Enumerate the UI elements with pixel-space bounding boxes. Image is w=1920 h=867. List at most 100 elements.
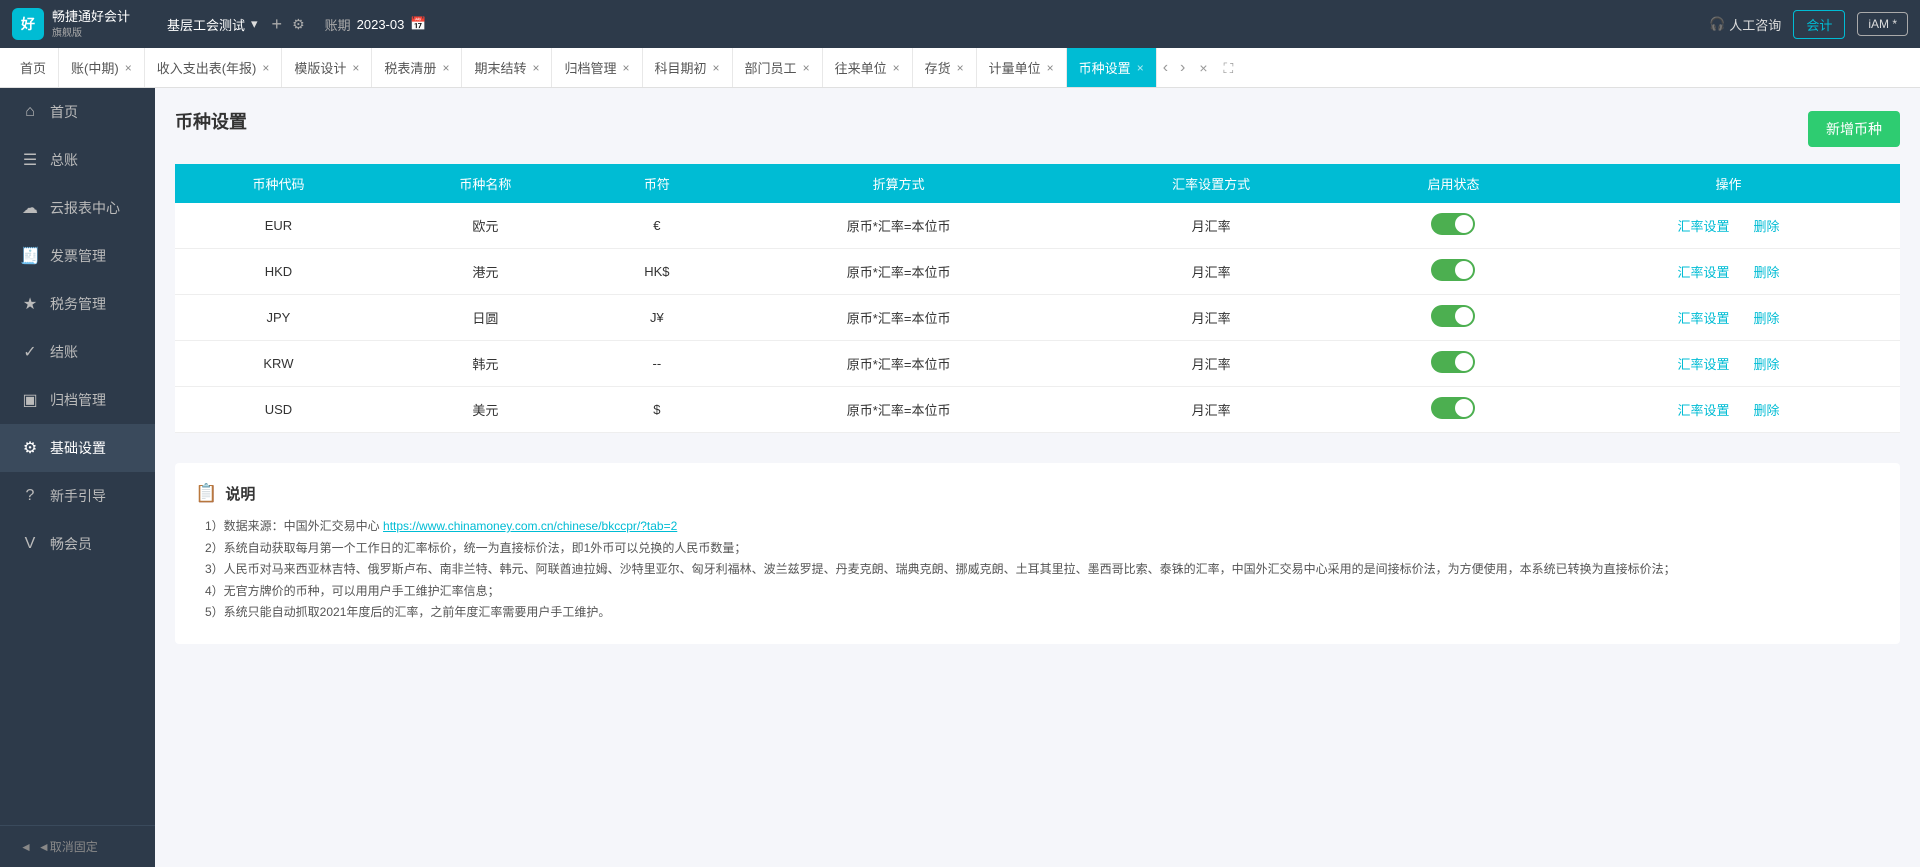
- cell-toggle[interactable]: [1350, 295, 1557, 341]
- new-currency-button[interactable]: 新增币种: [1808, 111, 1900, 147]
- rate-setting-button[interactable]: 汇率设置: [1677, 216, 1729, 235]
- sidebar-label-ledger: 总账: [50, 150, 78, 170]
- tab-tax-list[interactable]: 税表清册 ×: [372, 48, 462, 88]
- close-icon[interactable]: ×: [957, 61, 964, 75]
- settings-icon[interactable]: ⚙: [292, 16, 305, 33]
- sidebar-label-settle: 结账: [50, 342, 78, 362]
- cell-code: EUR: [175, 203, 382, 249]
- sidebar-label-archive: 归档管理: [50, 390, 106, 410]
- cell-toggle[interactable]: [1350, 387, 1557, 433]
- delete-button[interactable]: 删除: [1753, 262, 1779, 281]
- table-row: USD 美元 $ 原币*汇率=本位币 月汇率 汇率设置 删除: [175, 387, 1900, 433]
- tab-prev-button[interactable]: ‹: [1157, 48, 1174, 88]
- sidebar-label-invoice: 发票管理: [50, 246, 106, 266]
- enable-toggle[interactable]: [1431, 213, 1475, 235]
- logo-icon: 好: [12, 8, 44, 40]
- col-status: 启用状态: [1350, 164, 1557, 203]
- note-link[interactable]: https://www.chinamoney.com.cn/chinese/bk…: [383, 519, 677, 533]
- sidebar-item-invoice[interactable]: 🧾 发票管理: [0, 232, 155, 280]
- tab-contacts[interactable]: 往来单位 ×: [823, 48, 913, 88]
- close-icon[interactable]: ×: [262, 61, 269, 75]
- sidebar-item-ledger[interactable]: ☰ 总账: [0, 136, 155, 184]
- sidebar-item-guide[interactable]: ? 新手引导: [0, 472, 155, 520]
- logo-text: 畅捷通好会计: [52, 9, 130, 25]
- delete-button[interactable]: 删除: [1753, 216, 1779, 235]
- note-item: 2）系统自动获取每月第一个工作日的汇率标价，统一为直接标价法，即1外币可以兑换的…: [205, 538, 1880, 560]
- cloud-icon: ☁: [20, 198, 40, 218]
- toggle-track[interactable]: [1431, 397, 1475, 419]
- toggle-track[interactable]: [1431, 305, 1475, 327]
- enable-toggle[interactable]: [1431, 259, 1475, 281]
- close-icon[interactable]: ×: [623, 61, 630, 75]
- tab-currency-settings[interactable]: 币种设置 ×: [1067, 48, 1157, 88]
- add-icon[interactable]: +: [272, 14, 283, 35]
- rate-setting-button[interactable]: 汇率设置: [1677, 354, 1729, 373]
- note-title: 📋 说明: [195, 483, 1880, 504]
- sidebar-pin-toggle[interactable]: ◄ ◄取消固定: [0, 825, 155, 867]
- iam-button[interactable]: iAM *: [1857, 12, 1908, 36]
- tab-period-end[interactable]: 期末结转 ×: [462, 48, 552, 88]
- delete-button[interactable]: 删除: [1753, 308, 1779, 327]
- delete-button[interactable]: 删除: [1753, 400, 1779, 419]
- tab-inventory[interactable]: 存货 ×: [913, 48, 977, 88]
- sidebar-item-member[interactable]: V 畅会员: [0, 520, 155, 568]
- tab-home[interactable]: 首页: [8, 48, 59, 88]
- toggle-track[interactable]: [1431, 259, 1475, 281]
- enable-toggle[interactable]: [1431, 397, 1475, 419]
- sidebar-item-reports[interactable]: ☁ 云报表中心: [0, 184, 155, 232]
- cell-actions: 汇率设置 删除: [1557, 249, 1900, 295]
- rate-setting-button[interactable]: 汇率设置: [1677, 262, 1729, 281]
- tab-subject-init[interactable]: 科目期初 ×: [643, 48, 733, 88]
- account-button[interactable]: 会计: [1793, 10, 1845, 39]
- sidebar-item-tax[interactable]: ★ 税务管理: [0, 280, 155, 328]
- cell-rate-type: 月汇率: [1072, 249, 1350, 295]
- rate-setting-button[interactable]: 汇率设置: [1677, 308, 1729, 327]
- cell-name: 港元: [382, 249, 589, 295]
- table-row: EUR 欧元 € 原币*汇率=本位币 月汇率 汇率设置 删除: [175, 203, 1900, 249]
- close-icon[interactable]: ×: [352, 61, 359, 75]
- tab-mid-period[interactable]: 账(中期) ×: [59, 48, 145, 88]
- cell-toggle[interactable]: [1350, 203, 1557, 249]
- tab-expand-button[interactable]: ⛶: [1216, 48, 1242, 88]
- invoice-icon: 🧾: [20, 246, 40, 266]
- calendar-icon[interactable]: 📅: [410, 16, 426, 32]
- rate-setting-button[interactable]: 汇率设置: [1677, 400, 1729, 419]
- toggle-thumb: [1455, 399, 1473, 417]
- headset-icon: 🎧: [1709, 16, 1725, 32]
- sidebar-item-basic[interactable]: ⚙ 基础设置: [0, 424, 155, 472]
- cell-toggle[interactable]: [1350, 249, 1557, 295]
- top-right: 🎧 人工咨询 会计 iAM *: [1709, 10, 1908, 39]
- delete-button[interactable]: 删除: [1753, 354, 1779, 373]
- cell-actions: 汇率设置 删除: [1557, 341, 1900, 387]
- close-icon[interactable]: ×: [713, 61, 720, 75]
- close-icon[interactable]: ×: [442, 61, 449, 75]
- close-icon[interactable]: ×: [125, 61, 132, 75]
- enable-toggle[interactable]: [1431, 305, 1475, 327]
- enable-toggle[interactable]: [1431, 351, 1475, 373]
- company-selector[interactable]: 基层工会测试 ▾ + ⚙: [167, 14, 305, 35]
- sidebar-item-archive[interactable]: ▣ 归档管理: [0, 376, 155, 424]
- sidebar-label-guide: 新手引导: [50, 486, 106, 506]
- support-button[interactable]: 🎧 人工咨询: [1709, 15, 1781, 34]
- cell-name: 欧元: [382, 203, 589, 249]
- content-area: 币种设置 新增币种 币种代码 币种名称 币符 折算方式 汇率设置方式 启用状态 …: [175, 108, 1900, 644]
- tab-template-design[interactable]: 模版设计 ×: [282, 48, 372, 88]
- close-icon[interactable]: ×: [893, 61, 900, 75]
- tab-archive[interactable]: 归档管理 ×: [552, 48, 642, 88]
- tab-dept-employee[interactable]: 部门员工 ×: [733, 48, 823, 88]
- sidebar-item-home[interactable]: ⌂ 首页: [0, 88, 155, 136]
- close-icon[interactable]: ×: [803, 61, 810, 75]
- close-icon[interactable]: ×: [1047, 61, 1054, 75]
- toggle-track[interactable]: [1431, 351, 1475, 373]
- tab-income-report[interactable]: 收入支出表(年报) ×: [145, 48, 283, 88]
- toggle-track[interactable]: [1431, 213, 1475, 235]
- cell-toggle[interactable]: [1350, 341, 1557, 387]
- tab-measure-unit[interactable]: 计量单位 ×: [977, 48, 1067, 88]
- logo-subtext: 旗舰版: [52, 24, 130, 39]
- tab-close-all-button[interactable]: ×: [1191, 48, 1215, 88]
- close-icon[interactable]: ×: [1137, 61, 1144, 75]
- tab-next-button[interactable]: ›: [1174, 48, 1191, 88]
- sidebar-item-settle[interactable]: ✓ 结账: [0, 328, 155, 376]
- close-icon[interactable]: ×: [532, 61, 539, 75]
- table-row: HKD 港元 HK$ 原币*汇率=本位币 月汇率 汇率设置 删除: [175, 249, 1900, 295]
